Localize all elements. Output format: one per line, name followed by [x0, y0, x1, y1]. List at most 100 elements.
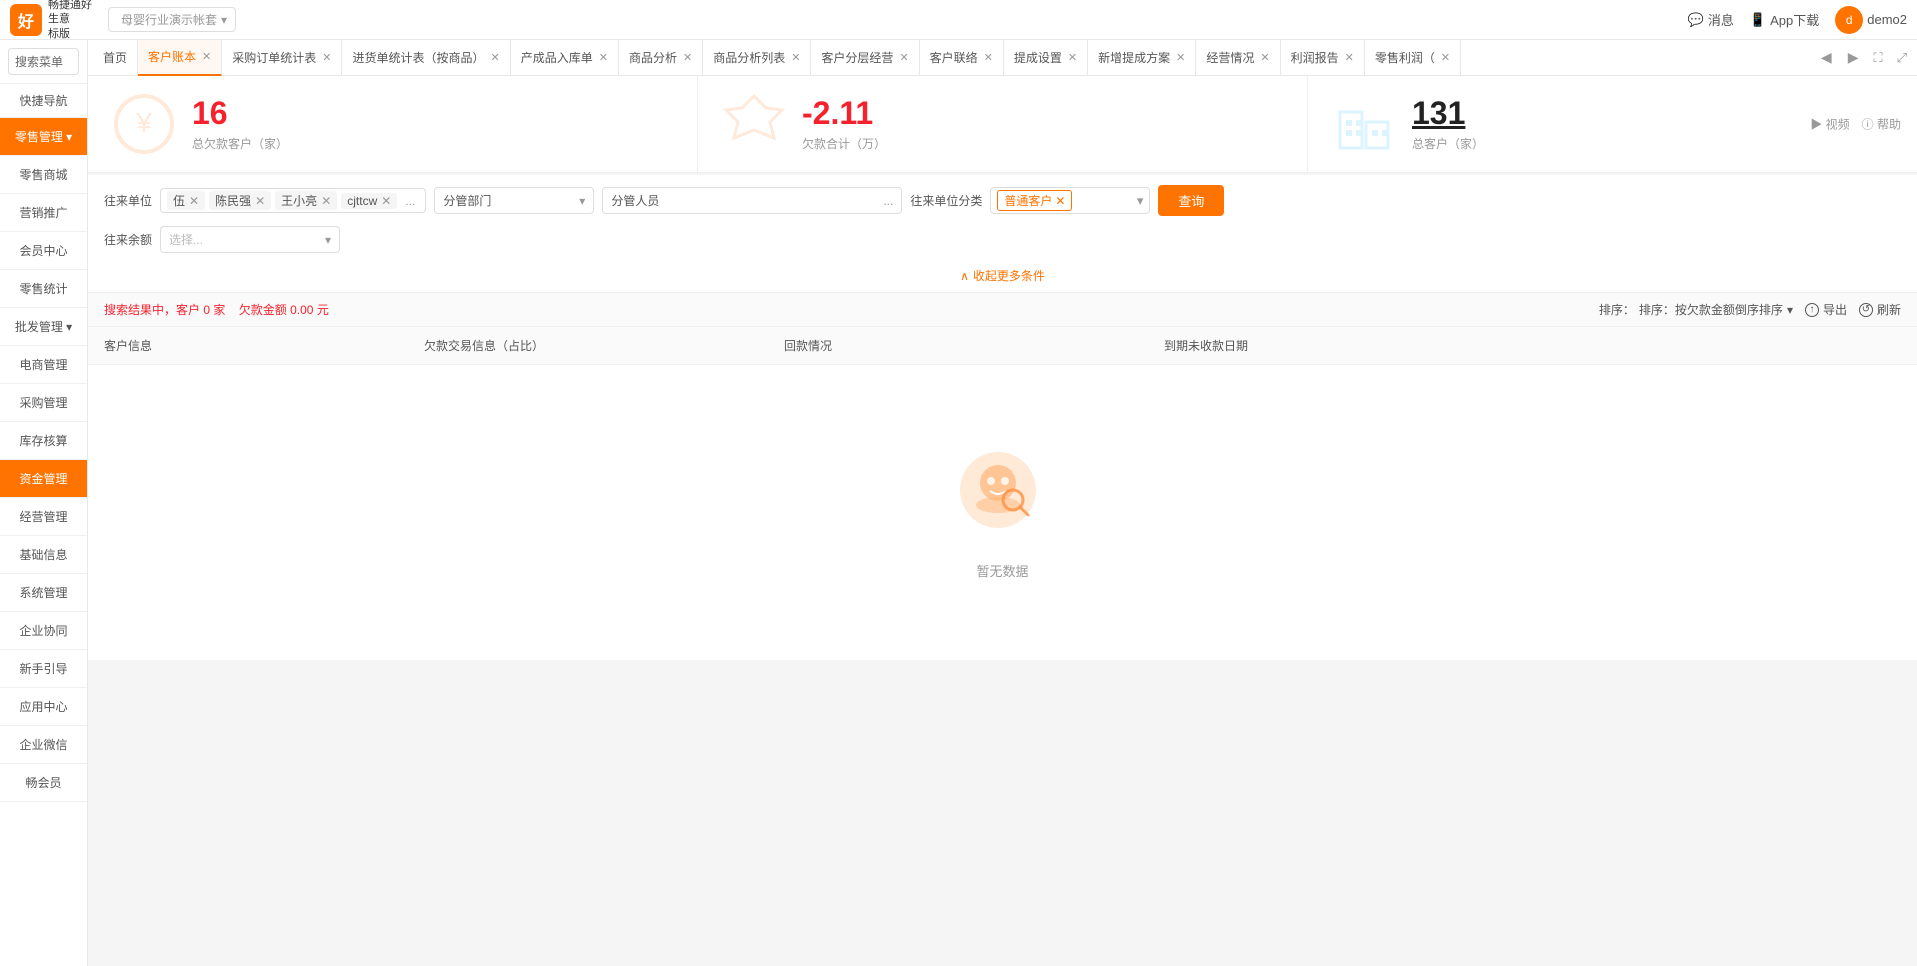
tab-home[interactable]: 首页 — [93, 40, 138, 76]
tab-next-btn[interactable]: ▶ — [1842, 49, 1865, 66]
tab-close-customer-segment[interactable]: ✕ — [899, 51, 908, 64]
stat-info-owe-customers: 16 总欠款客户（家） — [192, 97, 288, 152]
unit-tag-chen-close[interactable]: ✕ — [255, 194, 265, 208]
tab-expand-icon[interactable]: ⛶ — [1868, 48, 1887, 68]
top-bar-right: 💬 消息 📱 App下载 d demo2 — [1688, 6, 1907, 34]
tab-prev-btn[interactable]: ◀ — [1815, 49, 1838, 66]
tab-new-commission-plan[interactable]: 新增提成方案 ✕ — [1088, 40, 1196, 76]
industry-selector[interactable]: 母婴行业演示帐套 ▾ — [108, 7, 236, 32]
stat-info-total-customers: 131 总客户（家） — [1412, 97, 1484, 152]
tab-product-analysis[interactable]: 商品分析 ✕ — [619, 40, 703, 76]
person-filter[interactable]: 分管人员 ... — [602, 187, 902, 214]
tab-business-status[interactable]: 经营情况 ✕ — [1196, 40, 1280, 76]
sidebar-item-retail-mgmt[interactable]: 零售管理 ▾ — [0, 118, 87, 156]
sidebar-item-corp-collab[interactable]: 企业协同 — [0, 612, 87, 650]
sidebar-item-purchase[interactable]: 采购管理 — [0, 384, 87, 422]
classified-tag-normal-customer: 普通客户 ✕ — [997, 190, 1072, 211]
collapse-btn[interactable]: ∧ 收起更多条件 — [104, 263, 1901, 292]
sidebar-item-new-guide[interactable]: 新手引导 — [0, 650, 87, 688]
search-menu-btn[interactable]: 搜索菜单 — [8, 48, 79, 75]
unit-tag-wu-close[interactable]: ✕ — [189, 194, 199, 208]
tab-fullscreen-icon[interactable]: ⤢ — [1892, 48, 1912, 68]
empty-state: 暂无数据 — [88, 365, 1917, 660]
tab-close-retail-profit[interactable]: ✕ — [1441, 51, 1450, 64]
sidebar-item-enterprise-wx[interactable]: 企业微信 — [0, 726, 87, 764]
sidebar-item-retail-mall[interactable]: 零售商城 — [0, 156, 87, 194]
tab-close-product-analysis[interactable]: ✕ — [683, 51, 692, 64]
quick-nav-btn[interactable]: 快捷导航 — [0, 84, 87, 118]
sidebar-item-basic-info[interactable]: 基础信息 — [0, 536, 87, 574]
stat-card-owe-amount: -2.11 欠款合计（万） — [697, 76, 1307, 172]
stats-row: ¥ 16 总欠款客户（家） — [88, 76, 1917, 173]
help-link[interactable]: ⓘ 帮助 — [1862, 116, 1901, 133]
stat-value-total-customers[interactable]: 131 — [1412, 97, 1484, 129]
app-download-btn[interactable]: 📱 App下载 — [1750, 10, 1819, 29]
sidebar-item-retail-stats[interactable]: 零售统计 — [0, 270, 87, 308]
sidebar-item-batch-mgmt[interactable]: 批发管理 ▾ — [0, 308, 87, 346]
tab-purchase-order-stats[interactable]: 采购订单统计表 ✕ — [222, 40, 342, 76]
svg-text:¥: ¥ — [135, 107, 152, 138]
sidebar-item-ops-mgmt[interactable]: 经营管理 — [0, 498, 87, 536]
tab-close-purchase-order-stats[interactable]: ✕ — [322, 51, 331, 64]
sort-select[interactable]: 排序： 排序：按欠款金额倒序排序 ▾ — [1599, 301, 1793, 318]
empty-text: 暂无数据 — [976, 561, 1028, 580]
user-menu-btn[interactable]: d demo2 — [1835, 6, 1907, 34]
query-btn[interactable]: 查询 — [1158, 185, 1224, 216]
results-actions: 排序： 排序：按欠款金额倒序排序 ▾ ↑ 导出 ↺ 刷新 — [1599, 301, 1901, 318]
tab-customer-account[interactable]: 客户账本 ✕ — [138, 40, 222, 76]
unit-tag-cjttcw: cjttcw ✕ — [341, 193, 397, 209]
empty-icon — [953, 445, 1053, 545]
table-header-date: 到期未收款日期 — [1164, 337, 1901, 354]
sidebar-item-sys-mgmt[interactable]: 系统管理 — [0, 574, 87, 612]
refresh-icon: ↺ — [1859, 303, 1873, 317]
sidebar-item-member-center[interactable]: 会员中心 — [0, 232, 87, 270]
unit-filter-more[interactable]: ... — [401, 194, 419, 208]
tab-close-profit-report[interactable]: ✕ — [1345, 51, 1354, 64]
dept-filter-arrow: ▾ — [579, 194, 585, 208]
unit-tag-cjttcw-close[interactable]: ✕ — [381, 194, 391, 208]
tab-close-customer-contact[interactable]: ✕ — [984, 51, 993, 64]
unit-class-tag-group: 普通客户 ✕ ▾ — [990, 187, 1150, 214]
sidebar-item-finance[interactable]: 资金管理 — [0, 460, 87, 498]
stat-icon-building — [1332, 92, 1396, 156]
tab-profit-report[interactable]: 利润报告 ✕ — [1281, 40, 1365, 76]
sidebar-item-inventory[interactable]: 库存核算 — [0, 422, 87, 460]
tab-customer-contact[interactable]: 客户联络 ✕ — [920, 40, 1004, 76]
tab-commission-settings[interactable]: 提成设置 ✕ — [1004, 40, 1088, 76]
tab-close-customer-account[interactable]: ✕ — [202, 50, 211, 63]
result-owe-amount: 0.00 — [290, 303, 313, 317]
export-btn[interactable]: ↑ 导出 — [1805, 301, 1847, 318]
dept-filter-label: 分管部门 — [443, 192, 491, 209]
avatar: d — [1835, 6, 1863, 34]
tab-produce-inbound[interactable]: 产成品入库单 ✕ — [511, 40, 619, 76]
refresh-btn[interactable]: ↺ 刷新 — [1859, 301, 1901, 318]
stat-info-owe-amount: -2.11 欠款合计（万） — [802, 97, 886, 152]
tab-close-inbound-stats[interactable]: ✕ — [491, 51, 500, 64]
message-btn[interactable]: 💬 消息 — [1688, 10, 1734, 29]
sidebar-item-app-center[interactable]: 应用中心 — [0, 688, 87, 726]
tab-close-produce-inbound[interactable]: ✕ — [599, 51, 608, 64]
balance-filter[interactable]: 选择... ▾ — [160, 226, 340, 253]
main-content: ¥ 16 总欠款客户（家） — [88, 76, 1917, 966]
dept-filter[interactable]: 分管部门 ▾ — [434, 187, 594, 214]
tab-close-commission-settings[interactable]: ✕ — [1068, 51, 1077, 64]
tab-retail-profit[interactable]: 零售利润（ ✕ — [1365, 40, 1461, 76]
unit-class-label: 往来单位分类 — [910, 192, 982, 209]
sidebar: 搜索菜单 快捷导航 零售管理 ▾ 零售商城 营销推广 会员中心 零售统计 批发管… — [0, 40, 88, 966]
unit-tag-wang-close[interactable]: ✕ — [321, 194, 331, 208]
tab-close-business-status[interactable]: ✕ — [1260, 51, 1269, 64]
classified-tag-close[interactable]: ✕ — [1055, 194, 1065, 208]
tab-close-product-analysis-list[interactable]: ✕ — [791, 51, 800, 64]
sidebar-item-vip-member[interactable]: 畅会员 — [0, 764, 87, 802]
person-filter-more[interactable]: ... — [883, 194, 893, 208]
video-link[interactable]: ▶ 视频 — [1810, 116, 1849, 133]
stat-value-owe-customers: 16 — [192, 97, 288, 129]
tab-customer-segment[interactable]: 客户分层经营 ✕ — [811, 40, 919, 76]
tab-close-new-commission-plan[interactable]: ✕ — [1176, 51, 1185, 64]
tab-product-analysis-list[interactable]: 商品分析列表 ✕ — [703, 40, 811, 76]
person-filter-label: 分管人员 — [611, 192, 659, 209]
sidebar-item-ecommerce[interactable]: 电商管理 — [0, 346, 87, 384]
sidebar-nav: 零售管理 ▾ 零售商城 营销推广 会员中心 零售统计 批发管理 ▾ 电商管理 采… — [0, 118, 87, 966]
tab-inbound-stats[interactable]: 进货单统计表（按商品） ✕ — [342, 40, 510, 76]
sidebar-item-marketing[interactable]: 营销推广 — [0, 194, 87, 232]
